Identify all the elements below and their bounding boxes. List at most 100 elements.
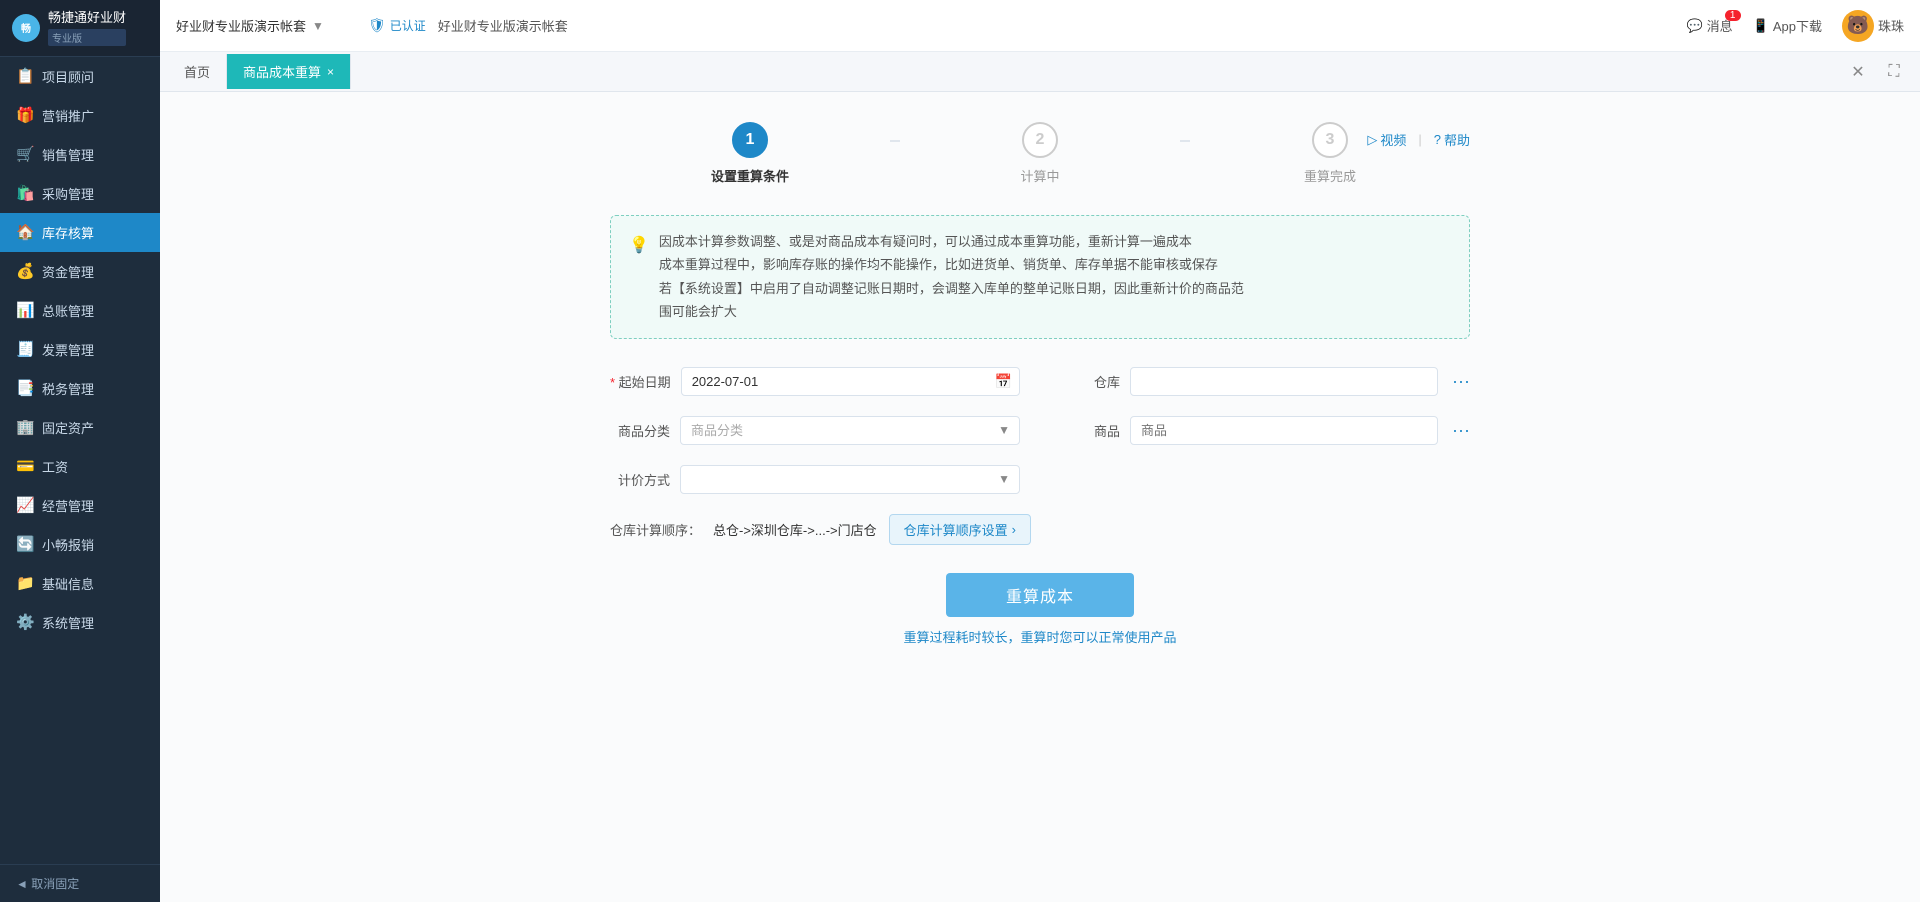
sidebar-item-marketing[interactable]: 🎁 营销推广 (0, 96, 160, 135)
warehouse-order-value: 总仓->深圳仓库->...->门店仓 (713, 520, 877, 539)
sidebar-item-purchase[interactable]: 🛍️ 采购管理 (0, 174, 160, 213)
sidebar-item-invoice[interactable]: 🧾 发票管理 (0, 330, 160, 369)
category-field: 商品分类 商品分类 ▼ (610, 416, 1020, 445)
sidebar-item-label: 总账管理 (42, 301, 94, 320)
goods-field: 商品 ··· (1060, 416, 1470, 445)
category-select[interactable]: 商品分类 (680, 416, 1020, 445)
expense-icon: 🔄 (16, 535, 34, 553)
sidebar-header: 畅 畅捷通好业财 专业版 (0, 0, 160, 57)
info-box: 💡 因成本计算参数调整、或是对商品成本有疑问时，可以通过成本重算功能，重新计算一… (610, 215, 1470, 339)
user-avatar[interactable]: 🐻 珠珠 (1842, 10, 1904, 42)
goods-input[interactable] (1130, 416, 1438, 445)
sidebar-item-label: 发票管理 (42, 340, 94, 359)
steps-help-links: ▷ 视频 | ? 帮助 (1367, 130, 1470, 149)
tab-close-icon[interactable]: ✕ (1844, 58, 1872, 86)
sidebar-item-inventory[interactable]: 🏠 库存核算 (0, 213, 160, 252)
sidebar-item-operation[interactable]: 📈 经营管理 (0, 486, 160, 525)
start-date-input-wrap: 📅 (681, 367, 1020, 396)
sidebar-item-label: 工资 (42, 457, 68, 476)
form-section: 1 设置重算条件 2 计算中 3 重算完成 (610, 122, 1470, 646)
start-date-label: 起始日期 (610, 372, 671, 391)
sidebar-item-label: 固定资产 (42, 418, 94, 437)
app-download-button[interactable]: 📱 App下载 (1753, 16, 1822, 35)
step2-label: 计算中 (1020, 166, 1059, 185)
sidebar-item-basic[interactable]: 📁 基础信息 (0, 564, 160, 603)
sidebar-item-assets[interactable]: 🏢 固定资产 (0, 408, 160, 447)
sidebar-item-label: 采购管理 (42, 184, 94, 203)
operation-icon: 📈 (16, 496, 34, 514)
warehouse-label: 仓库 (1060, 372, 1120, 391)
sidebar-nav: 📋 项目顾问 🎁 营销推广 🛒 销售管理 🛍️ 采购管理 🏠 库存核算 💰 资金… (0, 57, 160, 864)
content-area: 1 设置重算条件 2 计算中 3 重算完成 (160, 92, 1920, 902)
purchase-icon: 🛍️ (16, 184, 34, 202)
warehouse-more-button[interactable]: ··· (1452, 371, 1470, 392)
sidebar-item-label: 资金管理 (42, 262, 94, 281)
sidebar-item-sales[interactable]: 🛒 销售管理 (0, 135, 160, 174)
topbar-actions: 💬 消息 1 📱 App下载 🐻 珠珠 (1686, 10, 1904, 42)
basic-icon: 📁 (16, 574, 34, 592)
sidebar-item-salary[interactable]: 💳 工资 (0, 447, 160, 486)
price-method-field: 计价方式 ▼ (610, 465, 1020, 494)
help-icon: ? (1434, 132, 1441, 147)
start-date-input[interactable] (681, 367, 1020, 396)
tab-expand-icon[interactable]: ⛶ (1880, 58, 1908, 86)
goods-input-wrap (1130, 416, 1438, 445)
info-text: 因成本计算参数调整、或是对商品成本有疑问时，可以通过成本重算功能，重新计算一遍成… (659, 230, 1244, 324)
tab-close-button[interactable]: × (327, 65, 334, 79)
sales-icon: 🛒 (16, 145, 34, 163)
message-button[interactable]: 💬 消息 1 (1686, 16, 1732, 35)
sidebar-item-label: 销售管理 (42, 145, 94, 164)
warehouse-order-label: 仓库计算顺序： (610, 520, 701, 539)
assets-icon: 🏢 (16, 418, 34, 436)
form-row-category-goods: 商品分类 商品分类 ▼ 商品 ··· (610, 416, 1470, 445)
goods-more-button[interactable]: ··· (1452, 420, 1470, 441)
sidebar-item-label: 库存核算 (42, 223, 94, 242)
topbar-verified-badge: 🛡 已认证 (368, 17, 426, 34)
warehouse-order-row: 仓库计算顺序： 总仓->深圳仓库->...->门店仓 仓库计算顺序设置 › (610, 514, 1470, 545)
video-link[interactable]: ▷ 视频 (1367, 130, 1406, 149)
category-label: 商品分类 (610, 421, 670, 440)
recalc-button[interactable]: 重算成本 (946, 573, 1134, 617)
sidebar-unpin-button[interactable]: ◄ 取消固定 (0, 864, 160, 902)
price-method-select-wrap: ▼ (680, 465, 1020, 494)
sidebar-item-finance[interactable]: 💰 资金管理 (0, 252, 160, 291)
message-icon: 💬 (1686, 18, 1702, 34)
calendar-icon[interactable]: 📅 (995, 373, 1012, 390)
sidebar-item-expense[interactable]: 🔄 小畅报销 (0, 525, 160, 564)
sidebar-item-label: 税务管理 (42, 379, 94, 398)
sidebar-item-tax[interactable]: 📑 税务管理 (0, 369, 160, 408)
tab-cost-recalc[interactable]: 商品成本重算 × (227, 54, 351, 89)
sidebar-title: 畅捷通好业财 (48, 10, 126, 27)
price-method-select[interactable] (680, 465, 1020, 494)
steps-indicator: 1 设置重算条件 2 计算中 3 重算完成 (610, 122, 1470, 185)
avatar-image: 🐻 (1842, 10, 1874, 42)
tax-icon: 📑 (16, 379, 34, 397)
step1-circle: 1 (732, 122, 768, 158)
sidebar-item-label: 系统管理 (42, 613, 94, 632)
dropdown-arrow-icon: ▼ (312, 19, 324, 33)
step3-circle: 3 (1312, 122, 1348, 158)
goods-label: 商品 (1060, 421, 1120, 440)
warehouse-input[interactable] (1130, 367, 1438, 396)
category-select-wrap: 商品分类 ▼ (680, 416, 1020, 445)
topbar-account-name: 好业财专业版演示帐套 (438, 16, 568, 35)
recalc-section: 重算成本 重算过程耗时较长，重算时您可以正常使用产品 (610, 573, 1470, 646)
warehouse-input-wrap (1130, 367, 1438, 396)
warehouse-order-setting-button[interactable]: 仓库计算顺序设置 › (889, 514, 1031, 545)
shield-icon: 🛡 (368, 17, 386, 34)
system-icon: ⚙️ (16, 613, 34, 631)
sidebar-item-label: 小畅报销 (42, 535, 94, 554)
topbar: 好业财专业版演示帐套 ▼ 🛡 已认证 好业财专业版演示帐套 💬 消息 1 📱 A… (160, 0, 1920, 52)
sidebar-item-system[interactable]: ⚙️ 系统管理 (0, 603, 160, 642)
recalc-hint: 重算过程耗时较长，重算时您可以正常使用产品 (903, 627, 1176, 646)
step-line-1 (890, 140, 900, 142)
invoice-icon: 🧾 (16, 340, 34, 358)
message-badge: 1 (1725, 10, 1741, 21)
help-link[interactable]: ? 帮助 (1434, 130, 1470, 149)
sidebar-item-accounting[interactable]: 📊 总账管理 (0, 291, 160, 330)
tab-home[interactable]: 首页 (168, 54, 227, 89)
inventory-icon: 🏠 (16, 223, 34, 241)
sidebar-item-project[interactable]: 📋 项目顾问 (0, 57, 160, 96)
step2-circle: 2 (1022, 122, 1058, 158)
topbar-account-selector[interactable]: 好业财专业版演示帐套 ▼ (176, 16, 356, 35)
